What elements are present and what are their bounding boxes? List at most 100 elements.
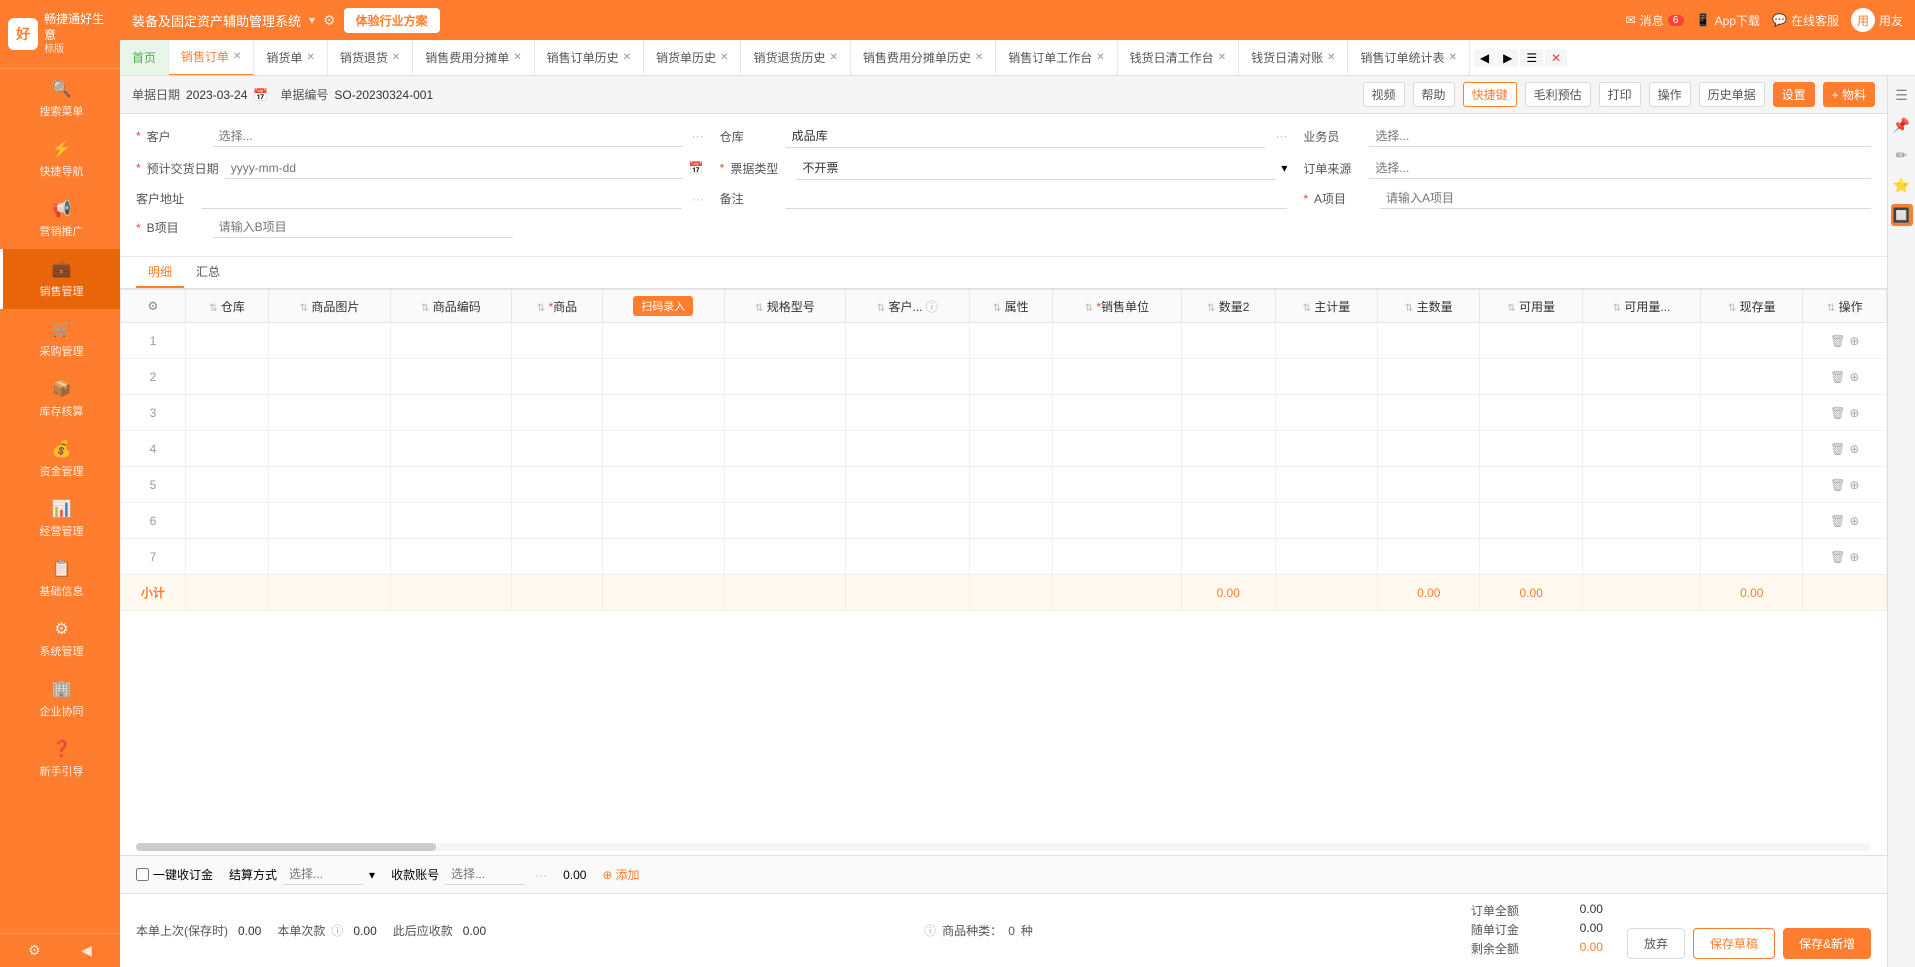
invoice-value[interactable]: 不开票	[796, 156, 1275, 180]
row-copy-icon-5[interactable]: ⊕	[1849, 478, 1859, 492]
row-delete-icon-1[interactable]: 🗑	[1830, 334, 1845, 348]
tab-9[interactable]: 销售订单工作台✕	[996, 40, 1117, 76]
tab-next-button[interactable]: ▶	[1497, 49, 1518, 67]
sidebar-item-basic[interactable]: 📋 基础信息	[0, 549, 120, 609]
tab-11[interactable]: 钱货日清对账✕	[1239, 40, 1348, 76]
one-click-checkbox[interactable]: 一键收订金	[136, 866, 213, 883]
operation-button[interactable]: 操作	[1649, 82, 1691, 107]
sort-icon-available_qty[interactable]: ⇅	[1507, 303, 1515, 314]
topbar-settings-icon[interactable]: ⚙	[323, 12, 336, 29]
sidebar-item-quick[interactable]: ⚡ 快捷导航	[0, 129, 120, 189]
message-button[interactable]: ✉ 消息 6	[1626, 12, 1684, 29]
tab-12[interactable]: 销售订单统计表✕	[1348, 40, 1469, 76]
remark-input[interactable]	[786, 188, 1288, 209]
tab-close-10[interactable]: ✕	[1218, 52, 1226, 63]
tab-close-5[interactable]: ✕	[623, 52, 631, 63]
tab-close-11[interactable]: ✕	[1327, 52, 1335, 63]
invoice-dropdown-icon[interactable]: ▾	[1281, 161, 1287, 175]
sidebar-item-finance[interactable]: 💰 资金管理	[0, 429, 120, 489]
order-source-input[interactable]	[1369, 158, 1871, 179]
tab-7[interactable]: 销货退货历史✕	[741, 40, 850, 76]
row-copy-icon-1[interactable]: ⊕	[1849, 334, 1859, 348]
sidebar-item-marketing[interactable]: 📢 营销推广	[0, 189, 120, 249]
tab-6[interactable]: 销货单历史✕	[644, 40, 741, 76]
settlement-input[interactable]	[283, 864, 363, 885]
online-support-button[interactable]: 💬 在线客服	[1772, 12, 1839, 29]
sidebar-item-operations[interactable]: 📊 经营管理	[0, 489, 120, 549]
salesperson-input[interactable]	[1369, 126, 1871, 147]
detail-tab-1[interactable]: 汇总	[184, 257, 232, 288]
number-value[interactable]: SO-20230324-001	[334, 88, 433, 102]
settlement-dropdown-icon[interactable]: ▾	[369, 868, 375, 882]
tab-8[interactable]: 销售费用分摊单历史✕	[851, 40, 996, 76]
sort-icon-product_image[interactable]: ⇅	[300, 303, 308, 314]
calendar-icon[interactable]: 📅	[253, 88, 268, 102]
tab-menu-button[interactable]: ☰	[1520, 49, 1543, 67]
row-delete-icon-4[interactable]: 🗑	[1830, 442, 1845, 456]
add-button[interactable]: ⊕ 添加	[602, 866, 639, 883]
delivery-calendar-icon[interactable]: 📅	[689, 161, 704, 175]
tab-close-1[interactable]: ✕	[233, 51, 241, 62]
help-button[interactable]: 帮助	[1413, 82, 1455, 107]
row-delete-icon-6[interactable]: 🗑	[1830, 514, 1845, 528]
system-dropdown-icon[interactable]: ▾	[309, 13, 315, 27]
tab-3[interactable]: 销货退货✕	[328, 40, 413, 76]
tab-5[interactable]: 销售订单历史✕	[535, 40, 644, 76]
sidebar-item-guide[interactable]: ❓ 新手引导	[0, 729, 120, 789]
address-input[interactable]	[202, 188, 682, 209]
address-more-icon[interactable]: ···	[692, 192, 704, 206]
sort-icon-available_qty2[interactable]: ⇅	[1613, 303, 1621, 314]
account-input[interactable]	[445, 864, 525, 885]
sidebar-item-sales[interactable]: 💼 销售管理	[0, 249, 120, 309]
sort-icon-main_unit[interactable]: ⇅	[1303, 303, 1311, 314]
tab-close-all-button[interactable]: ✕	[1545, 49, 1567, 67]
a-project-input[interactable]	[1380, 188, 1871, 209]
right-panel-active-btn[interactable]: 🔲	[1891, 204, 1913, 226]
warehouse-more-icon[interactable]: ···	[1275, 129, 1287, 143]
scrollbar-thumb[interactable]	[136, 843, 436, 851]
tab-0[interactable]: 首页	[120, 40, 169, 76]
profit-button[interactable]: 毛利预估	[1525, 82, 1591, 107]
sort-icon-operation[interactable]: ⇅	[1827, 303, 1835, 314]
row-copy-icon-3[interactable]: ⊕	[1849, 406, 1859, 420]
shortcut-button[interactable]: 快捷键	[1463, 82, 1517, 107]
row-copy-icon-2[interactable]: ⊕	[1849, 370, 1859, 384]
one-click-checkbox-input[interactable]	[136, 868, 149, 881]
settings-form-button[interactable]: 设置	[1773, 82, 1815, 107]
tab-1[interactable]: 销售订单✕	[169, 40, 254, 76]
sort-icon-spec[interactable]: ⇅	[755, 303, 763, 314]
b-project-input[interactable]	[213, 217, 513, 238]
tab-close-3[interactable]: ✕	[392, 52, 400, 63]
sort-icon-attribute[interactable]: ⇅	[993, 303, 1001, 314]
detail-tab-0[interactable]: 明细	[136, 257, 184, 288]
sort-icon-current_stock[interactable]: ⇅	[1728, 303, 1736, 314]
right-panel-star-btn[interactable]: ⭐	[1891, 174, 1913, 196]
sidebar-item-inventory[interactable]: 📦 库存核算	[0, 369, 120, 429]
tab-close-4[interactable]: ✕	[513, 52, 521, 63]
sort-icon-main_qty[interactable]: ⇅	[1405, 303, 1413, 314]
customer-more-icon[interactable]: ···	[692, 129, 704, 143]
tab-close-2[interactable]: ✕	[306, 52, 314, 63]
print-button[interactable]: 打印	[1599, 82, 1641, 107]
sidebar-item-enterprise[interactable]: 🏢 企业协同	[0, 669, 120, 729]
row-copy-icon-7[interactable]: ⊕	[1849, 550, 1859, 564]
save-draft-button[interactable]: 保存草稿	[1693, 928, 1775, 959]
column-settings-icon[interactable]: ⚙	[148, 299, 159, 313]
collapse-icon[interactable]: ◀	[81, 942, 92, 959]
tab-prev-button[interactable]: ◀	[1474, 49, 1495, 67]
sidebar-item-system[interactable]: ⚙ 系统管理	[0, 609, 120, 669]
right-panel-edit-btn[interactable]: ✏	[1891, 144, 1913, 166]
row-delete-icon-5[interactable]: 🗑	[1830, 478, 1845, 492]
sort-icon-qty2[interactable]: ⇅	[1207, 303, 1215, 314]
settings-icon[interactable]: ⚙	[28, 942, 41, 959]
history-button[interactable]: 历史单据	[1699, 82, 1765, 107]
sort-icon-product_code[interactable]: ⇅	[421, 303, 429, 314]
right-panel-pin-btn[interactable]: 📌	[1891, 114, 1913, 136]
tab-close-6[interactable]: ✕	[720, 52, 728, 63]
row-copy-icon-6[interactable]: ⊕	[1849, 514, 1859, 528]
user-button[interactable]: 用 用友	[1851, 8, 1903, 32]
discard-button[interactable]: 放弃	[1627, 928, 1685, 959]
view-video-button[interactable]: 视频	[1363, 82, 1405, 107]
tab-close-12[interactable]: ✕	[1449, 52, 1457, 63]
customer-input[interactable]	[213, 126, 682, 147]
